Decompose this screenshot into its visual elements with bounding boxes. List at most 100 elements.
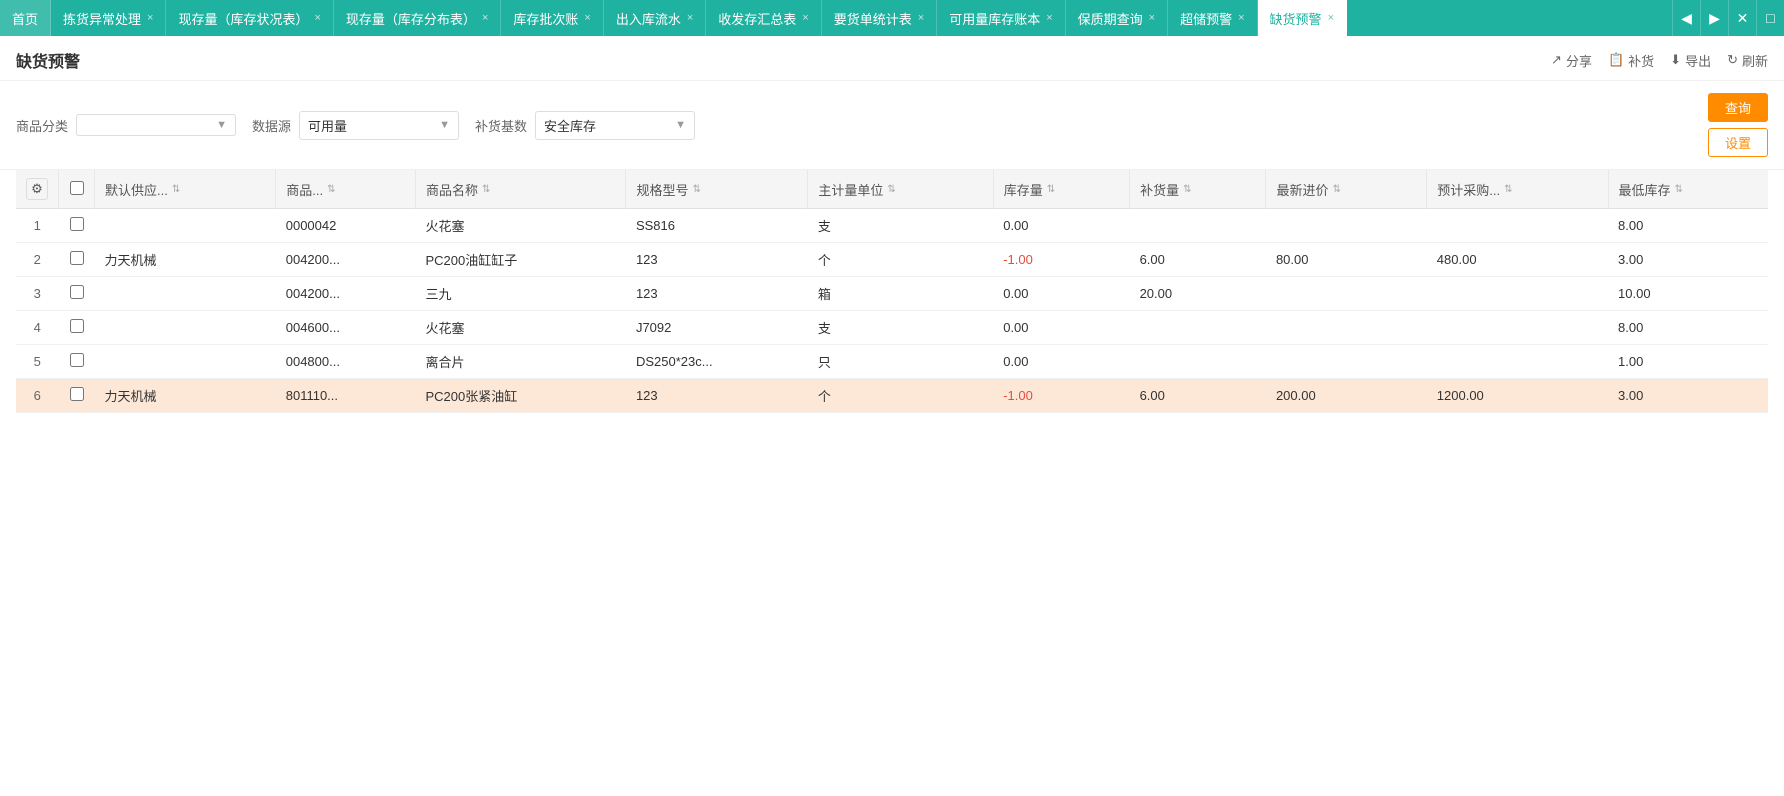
settings-button[interactable]: 设置 — [1708, 128, 1768, 157]
row-min-stock-5: 1.00 — [1608, 345, 1768, 379]
table-row: 2 力天机械 004200... PC200油缸缸子 123 个 -1.00 6… — [16, 243, 1768, 277]
refresh-button[interactable]: ↻ 刷新 — [1727, 51, 1768, 70]
tab-maximize[interactable]: □ — [1756, 0, 1784, 36]
th-gear: ⚙ — [16, 170, 59, 209]
tab-stock-status-close[interactable]: × — [314, 12, 320, 24]
row-latest-price-1 — [1266, 209, 1427, 243]
tab-avail[interactable]: 可用量库存账本 × — [937, 0, 1065, 36]
th-estimated-purchase[interactable]: 预计采购... ⇅ — [1427, 170, 1608, 209]
tab-exception-close[interactable]: × — [147, 12, 153, 24]
th-stock[interactable]: 库存量 ⇅ — [993, 170, 1129, 209]
min-stock-sort-icon: ⇅ — [1675, 184, 1683, 195]
row-checkbox-2[interactable] — [70, 251, 84, 265]
query-button[interactable]: 查询 — [1708, 93, 1768, 122]
row-min-stock-1: 8.00 — [1608, 209, 1768, 243]
th-latest-price[interactable]: 最新进价 ⇅ — [1266, 170, 1427, 209]
row-unit-6: 个 — [808, 379, 993, 413]
category-select[interactable]: ▼ — [76, 114, 236, 136]
product-code-sort-icon: ⇅ — [327, 184, 335, 195]
tab-batch[interactable]: 库存批次账 × — [501, 0, 603, 36]
tab-stock-status[interactable]: 现存量（库存状况表） × — [166, 0, 333, 36]
tab-order-stat-close[interactable]: × — [918, 12, 924, 24]
tab-order-stat[interactable]: 要货单统计表 × — [822, 0, 937, 36]
th-product-code[interactable]: 商品... ⇅ — [276, 170, 416, 209]
row-checkbox-5[interactable] — [70, 353, 84, 367]
share-icon: ↗ — [1551, 52, 1562, 68]
row-supplier-6: 力天机械 — [95, 379, 276, 413]
header-actions: ↗ 分享 📋 补货 ⬇ 导出 ↻ 刷新 — [1551, 51, 1768, 70]
tab-avail-close[interactable]: × — [1046, 12, 1052, 24]
th-replenish[interactable]: 补货量 ⇅ — [1130, 170, 1266, 209]
row-product-code-3: 004200... — [276, 277, 416, 311]
filter-actions: 查询 设置 — [1708, 93, 1768, 157]
row-supplier-1 — [95, 209, 276, 243]
tab-collect[interactable]: 收发存汇总表 × — [706, 0, 821, 36]
replenish-base-select[interactable]: 安全库存 ▼ — [535, 111, 695, 140]
tab-shortage-close[interactable]: × — [1328, 12, 1334, 24]
th-spec[interactable]: 规格型号 ⇅ — [626, 170, 808, 209]
tab-overstock-close[interactable]: × — [1238, 12, 1244, 24]
row-num-2: 2 — [16, 243, 59, 277]
row-replenish-6: 6.00 — [1130, 379, 1266, 413]
th-supplier[interactable]: 默认供应... ⇅ — [95, 170, 276, 209]
tab-close-all[interactable]: ✕ — [1728, 0, 1756, 36]
tab-stock-dist[interactable]: 现存量（库存分布表） × — [334, 0, 501, 36]
row-estimated-purchase-6: 1200.00 — [1427, 379, 1608, 413]
row-supplier-5 — [95, 345, 276, 379]
tab-batch-close[interactable]: × — [584, 12, 590, 24]
row-num-6: 6 — [16, 379, 59, 413]
tab-inout-close[interactable]: × — [687, 12, 693, 24]
tab-expiry-close[interactable]: × — [1149, 12, 1155, 24]
row-replenish-3: 20.00 — [1130, 277, 1266, 311]
row-checkbox-cell-6 — [59, 379, 95, 413]
row-checkbox-4[interactable] — [70, 319, 84, 333]
row-checkbox-6[interactable] — [70, 387, 84, 401]
row-product-name-5: 离合片 — [416, 345, 626, 379]
share-button[interactable]: ↗ 分享 — [1551, 51, 1592, 70]
datasource-select[interactable]: 可用量 ▼ — [299, 111, 459, 140]
row-estimated-purchase-4 — [1427, 311, 1608, 345]
tab-nav-btns: ◀ ▶ ✕ □ — [1672, 0, 1784, 36]
table-body: 1 0000042 火花塞 SS816 支 0.00 8.00 2 力天机械 0… — [16, 209, 1768, 413]
tab-collect-close[interactable]: × — [802, 12, 808, 24]
row-checkbox-1[interactable] — [70, 217, 84, 231]
row-product-code-5: 004800... — [276, 345, 416, 379]
row-product-name-4: 火花塞 — [416, 311, 626, 345]
row-product-code-6: 801110... — [276, 379, 416, 413]
row-stock-2: -1.00 — [993, 243, 1129, 277]
row-spec-5: DS250*23c... — [626, 345, 808, 379]
export-button[interactable]: ⬇ 导出 — [1670, 51, 1711, 70]
spec-sort-icon: ⇅ — [692, 184, 700, 195]
row-product-code-4: 004600... — [276, 311, 416, 345]
category-filter-group: 商品分类 ▼ — [16, 114, 236, 136]
stock-sort-icon: ⇅ — [1047, 184, 1055, 195]
row-estimated-purchase-1 — [1427, 209, 1608, 243]
select-all-checkbox[interactable] — [70, 181, 84, 195]
replenish-button[interactable]: 📋 补货 — [1608, 51, 1654, 70]
th-product-name[interactable]: 商品名称 ⇅ — [416, 170, 626, 209]
settings-gear-icon[interactable]: ⚙ — [26, 178, 48, 200]
datasource-label: 数据源 — [252, 116, 291, 135]
page-header: 缺货预警 ↗ 分享 📋 补货 ⬇ 导出 ↻ 刷新 — [0, 36, 1784, 81]
row-stock-4: 0.00 — [993, 311, 1129, 345]
tab-inout[interactable]: 出入库流水 × — [604, 0, 706, 36]
tab-exception[interactable]: 拣货异常处理 × — [51, 0, 166, 36]
tab-stock-dist-close[interactable]: × — [482, 12, 488, 24]
table-row: 6 力天机械 801110... PC200张紧油缸 123 个 -1.00 6… — [16, 379, 1768, 413]
tab-scroll-left[interactable]: ◀ — [1672, 0, 1700, 36]
tab-home[interactable]: 首页 — [0, 0, 51, 36]
row-checkbox-cell-4 — [59, 311, 95, 345]
row-checkbox-3[interactable] — [70, 285, 84, 299]
row-product-name-3: 三九 — [416, 277, 626, 311]
th-min-stock[interactable]: 最低库存 ⇅ — [1608, 170, 1768, 209]
row-checkbox-cell-2 — [59, 243, 95, 277]
tab-overstock[interactable]: 超储预警 × — [1168, 0, 1257, 36]
row-latest-price-3 — [1266, 277, 1427, 311]
th-unit[interactable]: 主计量单位 ⇅ — [808, 170, 993, 209]
tab-scroll-right[interactable]: ▶ — [1700, 0, 1728, 36]
row-unit-5: 只 — [808, 345, 993, 379]
tab-shortage[interactable]: 缺货预警 × — [1258, 0, 1347, 36]
row-min-stock-6: 3.00 — [1608, 379, 1768, 413]
th-check — [59, 170, 95, 209]
tab-expiry[interactable]: 保质期查询 × — [1066, 0, 1168, 36]
